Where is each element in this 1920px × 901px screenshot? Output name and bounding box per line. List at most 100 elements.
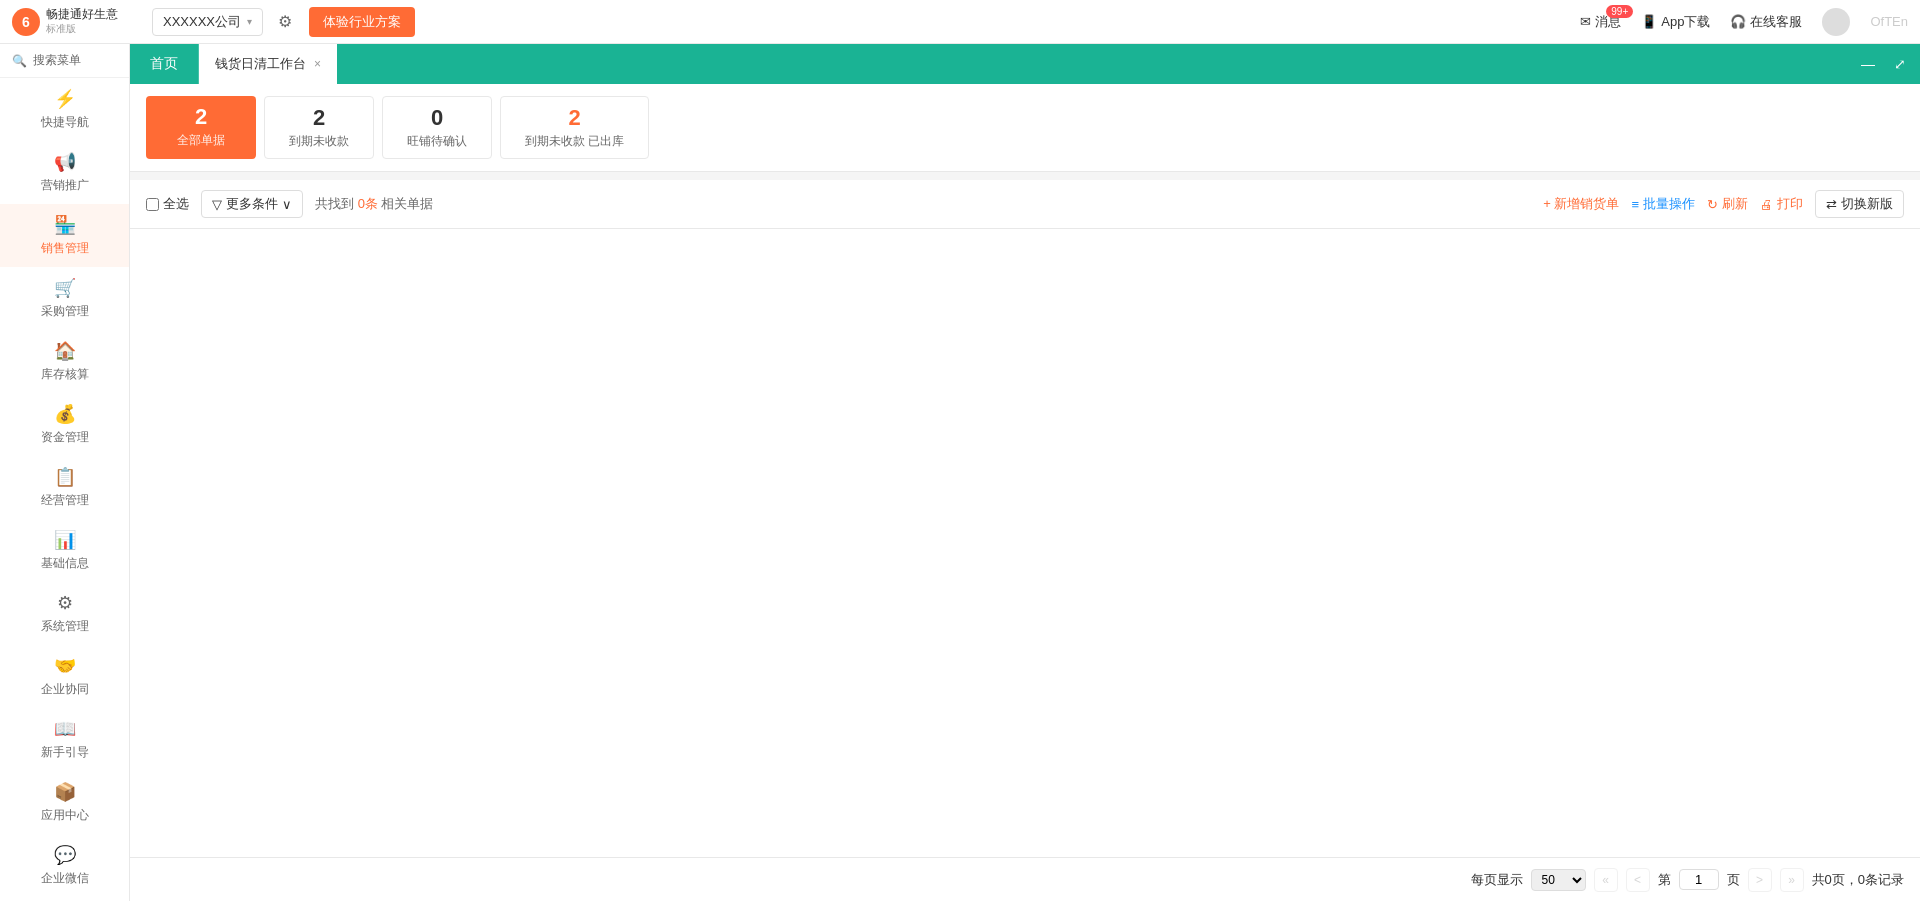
sidebar-label-system: 系统管理 [41,618,89,635]
main-layout: 🔍 搜索菜单 ⚡ 快捷导航 📢 营销推广 🏪 销售管理 🛒 采购管理 🏠 库存核… [0,44,1920,901]
sidebar-label-app-center: 应用中心 [41,807,89,824]
add-sales-order-btn[interactable]: + 新增销货单 [1543,195,1619,213]
sidebar-item-system[interactable]: ⚙ 系统管理 [0,582,129,645]
online-service-btn[interactable]: 🎧 在线客服 [1730,13,1802,31]
sidebar-label-cooperation: 企业协同 [41,681,89,698]
top-header: 6 畅捷通好生意 标准版 XXXXXX公司 ▾ ⚙ 体验行业方案 ✉ 消息 99… [0,0,1920,44]
batch-operation-btn[interactable]: ≡ 批量操作 [1631,195,1695,213]
tab-close-icon[interactable]: × [314,57,321,71]
sidebar-item-guide[interactable]: 📖 新手引导 [0,708,129,771]
print-btn[interactable]: 🖨 打印 [1760,195,1803,213]
sidebar-search[interactable]: 🔍 搜索菜单 [0,44,129,78]
stat-number-out-of-stock: 2 [525,105,624,131]
sidebar-item-sales[interactable]: 🏪 销售管理 [0,204,129,267]
stat-number-all: 2 [170,104,232,130]
toolbar-right: + 新增销货单 ≡ 批量操作 ↻ 刷新 🖨 打印 ⇄ [1543,190,1904,218]
stat-card-overdue[interactable]: 2 到期未收款 [264,96,374,159]
avatar[interactable] [1822,8,1850,36]
service-icon: 🎧 [1730,14,1746,29]
message-btn[interactable]: ✉ 消息 99+ [1580,13,1621,31]
prev-page-btn[interactable]: < [1626,868,1650,892]
found-prefix: 共找到 [315,196,354,211]
sidebar-label-quick-nav: 快捷导航 [41,114,89,131]
toolbar: 全选 ▽ 更多条件 ∨ 共找到 0条 相关单据 + 新增销货单 ≡ 批量操作 [130,180,1920,229]
print-label: 打印 [1777,195,1803,213]
filter-button[interactable]: ▽ 更多条件 ∨ [201,190,303,218]
batch-icon: ≡ [1631,197,1639,212]
select-all-checkbox[interactable]: 全选 [146,195,189,213]
message-badge: 99+ [1606,5,1633,18]
stat-card-pending[interactable]: 0 旺铺待确认 [382,96,492,159]
sidebar-label-purchase: 采购管理 [41,303,89,320]
sidebar-item-inventory[interactable]: 🏠 库存核算 [0,330,129,393]
logo-area: 6 畅捷通好生意 标准版 [12,7,142,37]
sidebar-item-wechat[interactable]: 💬 企业微信 [0,834,129,897]
filter-arrow: ∨ [282,197,292,212]
stat-label-out-of-stock: 到期未收款 已出库 [525,133,624,150]
service-label: 在线客服 [1750,13,1802,31]
stat-number-overdue: 2 [289,105,349,131]
filter-label: 更多条件 [226,195,278,213]
batch-label: 批量操作 [1643,195,1695,213]
sidebar-item-app-center[interactable]: 📦 应用中心 [0,771,129,834]
app-download-label: App下载 [1661,13,1710,31]
wechat-icon: 💬 [54,844,76,866]
purchase-icon: 🛒 [54,277,76,299]
stat-card-all[interactable]: 2 全部单据 [146,96,256,159]
stat-label-pending: 旺铺待确认 [407,133,467,150]
header-right: ✉ 消息 99+ 📱 App下载 🎧 在线客服 OfTEn [1580,8,1908,36]
stats-row: 2 全部单据 2 到期未收款 0 旺铺待确认 2 到期未收款 已出库 [130,84,1920,172]
tab-active[interactable]: 钱货日清工作台 × [199,44,337,84]
stat-label-all: 全部单据 [170,132,232,149]
maximize-btn[interactable]: ⤢ [1888,52,1912,76]
page-label: 第 [1658,871,1671,889]
stat-card-out-of-stock[interactable]: 2 到期未收款 已出库 [500,96,649,159]
page-content: 2 全部单据 2 到期未收款 0 旺铺待确认 2 到期未收款 已出库 [130,84,1920,901]
select-all-input[interactable] [146,198,159,211]
pagination: 每页显示 50 10 20 100 « < 第 页 > » 共0页，0条记录 [130,857,1920,901]
sidebar-item-quick-nav[interactable]: ⚡ 快捷导航 [0,78,129,141]
app-download-btn[interactable]: 📱 App下载 [1641,13,1710,31]
found-suffix: 相关单据 [381,196,433,211]
print-icon: 🖨 [1760,197,1773,212]
finance-icon: 💰 [54,403,76,425]
sidebar-item-operations[interactable]: 📋 经营管理 [0,456,129,519]
next-page-btn[interactable]: > [1748,868,1772,892]
logo-icon: 6 [12,8,40,36]
refresh-icon: ↻ [1707,197,1718,212]
company-selector[interactable]: XXXXXX公司 ▾ [152,8,263,36]
sidebar-item-member[interactable]: 👑 畅会员 [0,897,129,901]
system-icon: ⚙ [57,592,73,614]
minimize-btn[interactable]: — [1856,52,1880,76]
sidebar-item-purchase[interactable]: 🛒 采购管理 [0,267,129,330]
sidebar: 🔍 搜索菜单 ⚡ 快捷导航 📢 营销推广 🏪 销售管理 🛒 采购管理 🏠 库存核… [0,44,130,901]
switch-version-btn[interactable]: ⇄ 切换新版 [1815,190,1904,218]
sidebar-item-cooperation[interactable]: 🤝 企业协同 [0,645,129,708]
tab-home[interactable]: 首页 [130,44,199,84]
avatar-name: OfTEn [1870,14,1908,29]
sidebar-item-basic-info[interactable]: 📊 基础信息 [0,519,129,582]
sidebar-label-sales: 销售管理 [41,240,89,257]
first-page-btn[interactable]: « [1594,868,1618,892]
search-label: 搜索菜单 [33,52,81,69]
sidebar-label-finance: 资金管理 [41,429,89,446]
sidebar-label-guide: 新手引导 [41,744,89,761]
tab-bar: 首页 钱货日清工作台 × — ⤢ [130,44,1920,84]
tab-controls: — ⤢ [1856,52,1920,76]
settings-icon[interactable]: ⚙ [271,8,299,36]
cooperation-icon: 🤝 [54,655,76,677]
sidebar-label-marketing: 营销推广 [41,177,89,194]
logo-name: 畅捷通好生意 [46,7,118,23]
per-page-label: 每页显示 [1471,871,1523,889]
sidebar-label-operations: 经营管理 [41,492,89,509]
quick-nav-icon: ⚡ [54,88,76,110]
last-page-btn[interactable]: » [1780,868,1804,892]
refresh-btn[interactable]: ↻ 刷新 [1707,195,1748,213]
tab-active-label: 钱货日清工作台 [215,55,306,73]
page-number-input[interactable] [1679,869,1719,890]
sidebar-item-marketing[interactable]: 📢 营销推广 [0,141,129,204]
per-page-select[interactable]: 50 10 20 100 [1531,869,1586,891]
trial-button[interactable]: 体验行业方案 [309,7,415,37]
sales-icon: 🏪 [54,214,76,236]
sidebar-item-finance[interactable]: 💰 资金管理 [0,393,129,456]
